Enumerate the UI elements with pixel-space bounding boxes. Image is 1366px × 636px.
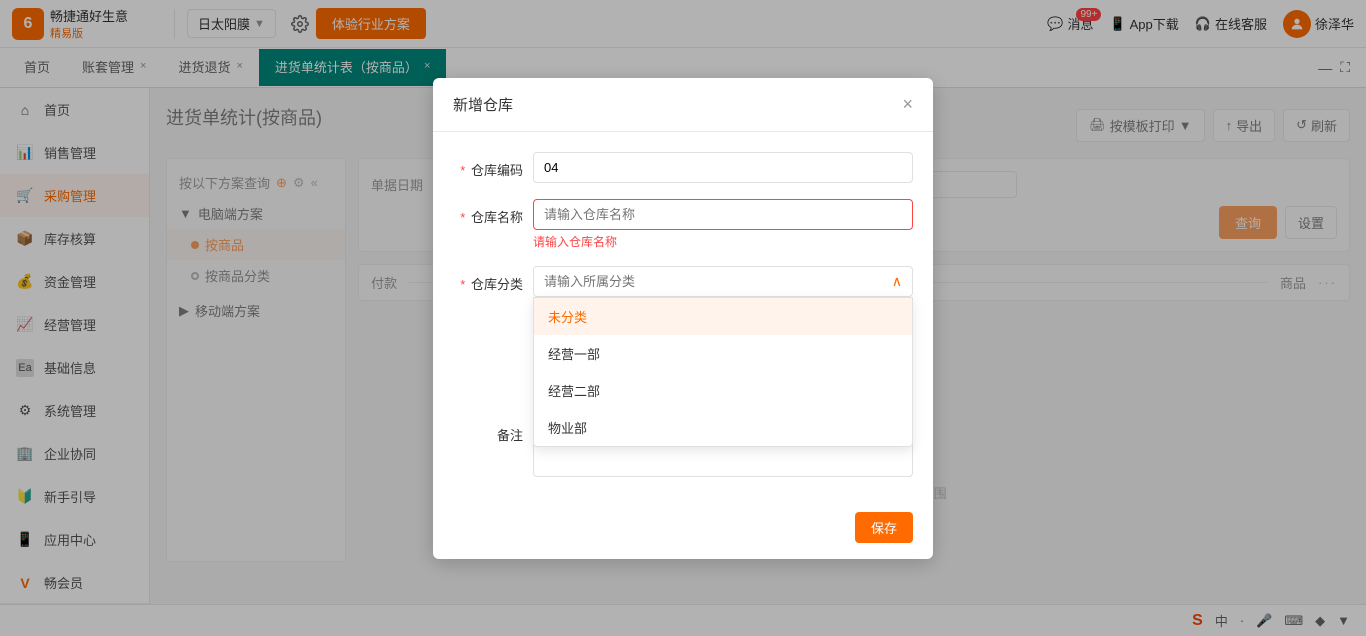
category-select-wrapper: ∧ 未分类 经营一部 经营二部 物业部 xyxy=(533,266,913,297)
category-dropdown: 未分类 经营一部 经营二部 物业部 xyxy=(533,297,913,447)
modal-header: 新增仓库 × xyxy=(433,78,933,132)
modal-title: 新增仓库 xyxy=(453,94,513,115)
name-field: 请输入仓库名称 xyxy=(533,199,913,250)
form-row-code: * 仓库编码 xyxy=(453,152,913,183)
warehouse-code-input[interactable] xyxy=(533,152,913,183)
category-option-dept1[interactable]: 经营一部 xyxy=(534,335,912,372)
code-field xyxy=(533,152,913,183)
category-option-property[interactable]: 物业部 xyxy=(534,409,912,446)
name-error-message: 请输入仓库名称 xyxy=(533,233,913,250)
category-toggle-button[interactable]: ∧ xyxy=(882,273,912,290)
name-label: * 仓库名称 xyxy=(453,199,533,226)
category-option-dept2[interactable]: 经营二部 xyxy=(534,372,912,409)
modal-footer: 保存 xyxy=(433,496,933,559)
category-option-unclassified[interactable]: 未分类 xyxy=(534,298,912,335)
new-warehouse-modal: 新增仓库 × * 仓库编码 * 仓库名称 xyxy=(433,78,933,559)
category-label: * 仓库分类 xyxy=(453,266,533,293)
save-button[interactable]: 保存 xyxy=(855,512,913,543)
warehouse-name-input[interactable] xyxy=(533,199,913,230)
code-label: * 仓库编码 xyxy=(453,152,533,179)
form-row-category: * 仓库分类 ∧ 未分类 经营一部 经营二部 物业部 xyxy=(453,266,913,297)
note-label: 备注 xyxy=(453,417,533,444)
form-row-name: * 仓库名称 请输入仓库名称 xyxy=(453,199,913,250)
modal-overlay: 新增仓库 × * 仓库编码 * 仓库名称 xyxy=(0,0,1366,636)
category-input-row: ∧ xyxy=(533,266,913,297)
modal-body: * 仓库编码 * 仓库名称 请输入仓库名称 xyxy=(433,132,933,480)
category-input[interactable] xyxy=(534,267,882,296)
modal-close-button[interactable]: × xyxy=(902,94,913,115)
